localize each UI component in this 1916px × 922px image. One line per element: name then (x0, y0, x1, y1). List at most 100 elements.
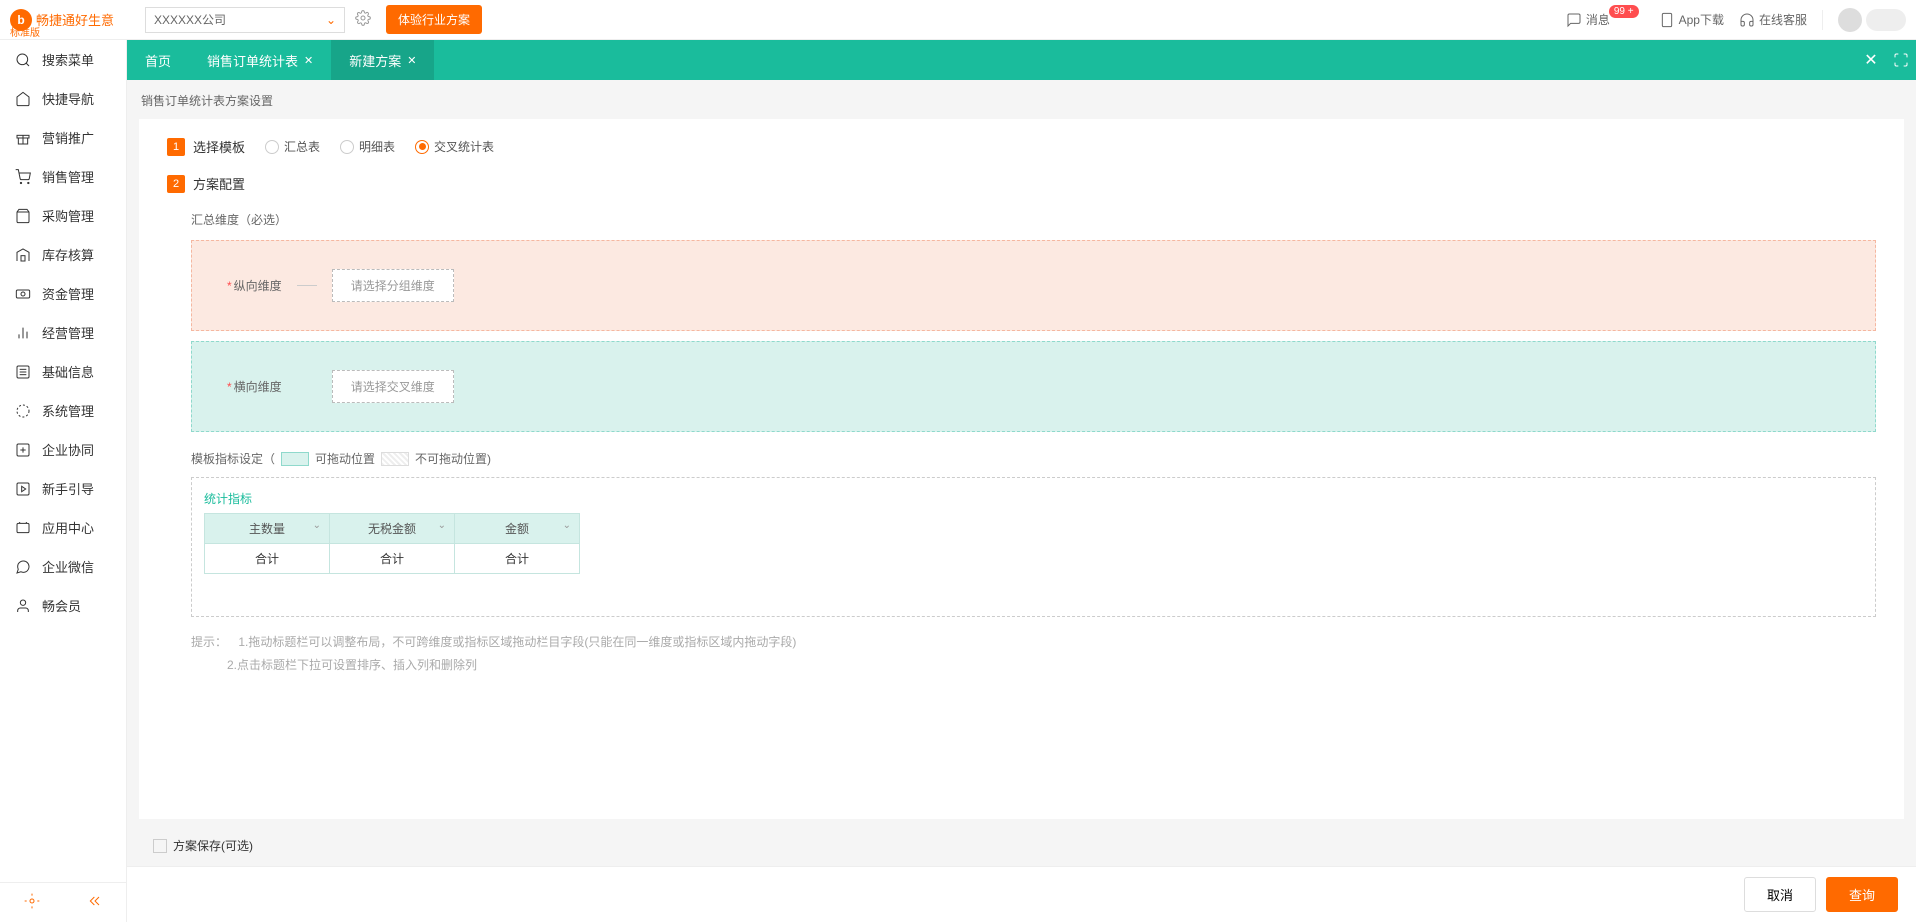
chevron-down-icon[interactable]: ⌄ (313, 520, 321, 531)
sidebar-item-purchase[interactable]: 采购管理 (0, 196, 126, 235)
fullscreen-button[interactable] (1886, 40, 1916, 80)
total-cell: 合计 (205, 544, 330, 574)
avatar-icon (1838, 8, 1862, 32)
collapse-button[interactable] (63, 883, 126, 922)
col-header-qty[interactable]: 主数量⌄ (205, 514, 330, 544)
sidebar-item-sales[interactable]: 销售管理 (0, 157, 126, 196)
total-cell: 合计 (455, 544, 580, 574)
sidebar-item-basic[interactable]: 基础信息 (0, 352, 126, 391)
tab-new-plan[interactable]: 新建方案 ✕ (331, 40, 434, 80)
collapse-icon (87, 893, 103, 909)
legend-draggable-icon (281, 452, 309, 466)
sidebar-item-search[interactable]: 搜索菜单 (0, 40, 126, 79)
guide-icon (14, 480, 32, 498)
tips-label: 提示： (191, 635, 227, 649)
tab-sales-stats[interactable]: 销售订单统计表✕ (189, 40, 331, 80)
save-label: 方案保存(可选) (173, 837, 253, 854)
company-name: XXXXXX公司 (154, 11, 226, 28)
stat-title: 统计指标 (204, 490, 1863, 507)
settings-button[interactable] (0, 883, 63, 922)
sidebar-item-inventory[interactable]: 库存核算 (0, 235, 126, 274)
legend-nodrag-icon (381, 452, 409, 466)
sidebar-item-business[interactable]: 经营管理 (0, 313, 126, 352)
stat-table: 主数量⌄ 无税金额⌄ 金额⌄ 合计 合计 合计 (204, 513, 580, 574)
gear-icon[interactable] (355, 10, 371, 29)
chart-icon (14, 324, 32, 342)
cs-label: 在线客服 (1759, 11, 1807, 28)
chevron-down-icon: ⌄ (326, 13, 336, 27)
field-label: *纵向维度 (227, 277, 282, 294)
cancel-button[interactable]: 取消 (1744, 877, 1816, 912)
app-download-link[interactable]: App下载 (1659, 11, 1724, 28)
sidebar-item-collab[interactable]: 企业协同 (0, 430, 126, 469)
experience-button[interactable]: 体验行业方案 (386, 5, 482, 34)
footer-actions: 取消 查询 (127, 866, 1916, 922)
sidebar-item-label: 快捷导航 (42, 89, 94, 108)
sidebar-item-apps[interactable]: 应用中心 (0, 508, 126, 547)
col-header-notax[interactable]: 无税金额⌄ (330, 514, 455, 544)
chevron-down-icon[interactable]: ⌄ (563, 520, 571, 531)
sidebar-item-system[interactable]: 系统管理 (0, 391, 126, 430)
brand-name: 畅捷通好生意 (36, 10, 114, 29)
close-icon[interactable]: ✕ (407, 54, 416, 67)
template-radio-group: 汇总表 明细表 交叉统计表 (265, 138, 494, 155)
divider (1822, 10, 1823, 30)
sidebar-item-label: 系统管理 (42, 401, 94, 420)
apps-icon (14, 519, 32, 537)
sidebar-item-marketing[interactable]: 营销推广 (0, 118, 126, 157)
legend-nodrag-label: 不可拖动位置) (415, 450, 491, 467)
main: 首页 销售订单统计表✕ 新建方案✕ ✕ 销售订单统计表方案设置 1 选择模板 汇… (127, 40, 1916, 922)
config-panel: 1 选择模板 汇总表 明细表 交叉统计表 2 方案配置 汇总维度（必选） (139, 119, 1904, 819)
sidebar-item-label: 营销推广 (42, 128, 94, 147)
sidebar-item-quicknav[interactable]: 快捷导航 (0, 79, 126, 118)
sidebar-item-label: 库存核算 (42, 245, 94, 264)
col-header-amount[interactable]: 金额⌄ (455, 514, 580, 544)
vertical-dimension-picker[interactable]: 请选择分组维度 (332, 269, 454, 302)
step-2-row: 2 方案配置 (167, 174, 1876, 193)
indicator-legend: 模板指标设定（ 可拖动位置 不可拖动位置) (191, 450, 1876, 467)
sidebar-item-member[interactable]: 畅会员 (0, 586, 126, 625)
radio-icon (265, 140, 279, 154)
radio-icon (415, 140, 429, 154)
company-select[interactable]: XXXXXX公司 ⌄ (145, 7, 345, 33)
radio-label: 明细表 (359, 138, 395, 155)
tab-label: 新建方案 (349, 51, 401, 70)
radio-cross[interactable]: 交叉统计表 (415, 138, 494, 155)
radio-summary[interactable]: 汇总表 (265, 138, 320, 155)
tab-label: 首页 (145, 51, 171, 70)
radio-icon (340, 140, 354, 154)
wallet-icon (14, 285, 32, 303)
messages-link[interactable]: 消息 99 + (1566, 11, 1644, 28)
customer-service-link[interactable]: 在线客服 (1739, 11, 1807, 28)
step-number: 2 (167, 175, 185, 193)
radio-detail[interactable]: 明细表 (340, 138, 395, 155)
header: b 畅捷通好生意 标准版 XXXXXX公司 ⌄ 体验行业方案 消息 99 + A… (0, 0, 1916, 40)
headset-icon (1739, 12, 1755, 28)
list-icon (14, 363, 32, 381)
total-cell: 合计 (330, 544, 455, 574)
step-label: 方案配置 (193, 174, 245, 193)
connector-line (297, 285, 317, 286)
table-total-row: 合计 合计 合计 (205, 544, 580, 574)
tabs-actions: ✕ (1856, 40, 1916, 80)
table-header-row: 主数量⌄ 无税金额⌄ 金额⌄ (205, 514, 580, 544)
close-all-button[interactable]: ✕ (1856, 40, 1886, 80)
gift-icon (14, 129, 32, 147)
field-label: *横向维度 (227, 378, 282, 395)
query-button[interactable]: 查询 (1826, 877, 1898, 912)
save-option-row: 方案保存(可选) (139, 819, 1904, 866)
sidebar-item-wechat[interactable]: 企业微信 (0, 547, 126, 586)
warehouse-icon (14, 246, 32, 264)
save-checkbox[interactable] (153, 839, 167, 853)
tip-line-1: 1.拖动标题栏可以调整布局，不可跨维度或指标区域拖动栏目字段(只能在同一维度或指… (238, 635, 796, 649)
horizontal-dimension-picker[interactable]: 请选择交叉维度 (332, 370, 454, 403)
settings-icon (14, 402, 32, 420)
user-menu[interactable] (1838, 8, 1906, 32)
tab-home[interactable]: 首页 (127, 40, 189, 80)
cart-icon (14, 168, 32, 186)
sidebar-item-label: 企业协同 (42, 440, 94, 459)
chevron-down-icon[interactable]: ⌄ (438, 520, 446, 531)
sidebar-item-guide[interactable]: 新手引导 (0, 469, 126, 508)
close-icon[interactable]: ✕ (304, 54, 313, 67)
sidebar-item-finance[interactable]: 资金管理 (0, 274, 126, 313)
